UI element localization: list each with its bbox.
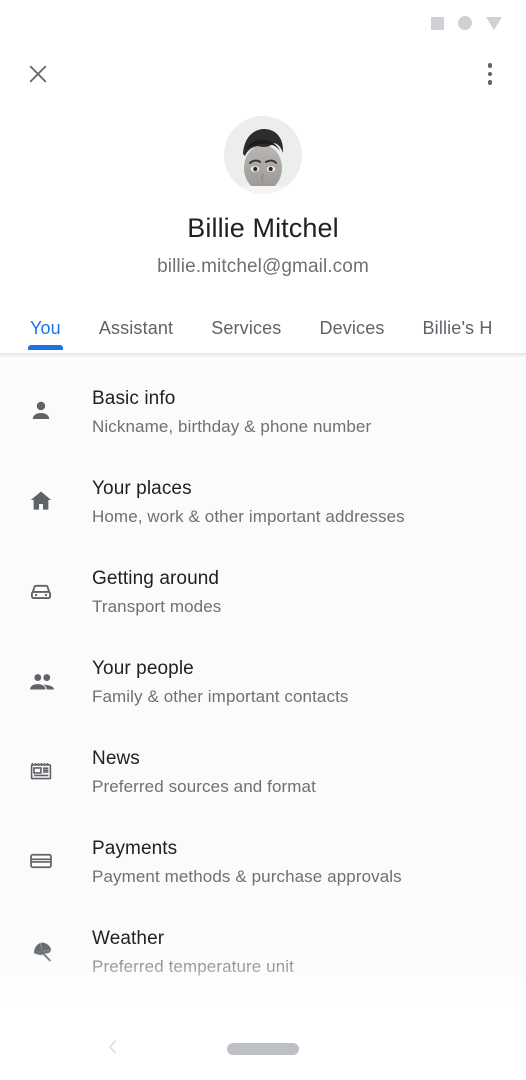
tab-you[interactable]: You <box>28 318 63 353</box>
list-item-text: Basic info Nickname, birthday & phone nu… <box>72 380 371 439</box>
credit-card-icon <box>28 830 72 874</box>
list-item-text: Getting around Transport modes <box>72 560 221 619</box>
close-icon <box>27 63 49 85</box>
list-item-subtitle: Nickname, birthday & phone number <box>92 417 372 436</box>
tab-assistant-label: Assistant <box>98 318 174 338</box>
square-indicator-icon <box>431 16 444 30</box>
system-navigation-bar <box>0 1018 526 1080</box>
more-vert-icon <box>487 63 493 85</box>
tab-services[interactable]: Services <box>211 318 281 353</box>
profile-name: Billie Mitchel <box>187 213 339 243</box>
list-item-subtitle: Family & other important contacts <box>92 687 349 706</box>
tab-assistant[interactable]: Assistant <box>99 318 173 353</box>
profile-email: billie.mitchel@gmail.com <box>157 256 369 277</box>
list-item-your-places[interactable]: Your places Home, work & other important… <box>0 457 526 547</box>
settings-list: Basic info Nickname, birthday & phone nu… <box>0 359 526 1018</box>
profile-header: Billie Mitchel billie.mitchel@gmail.com <box>0 102 526 279</box>
list-item-title: Payments <box>92 838 178 859</box>
list-item-getting-around[interactable]: Getting around Transport modes <box>0 547 526 637</box>
tab-devices[interactable]: Devices <box>319 318 384 353</box>
car-icon <box>28 560 72 604</box>
tab-billies-home[interactable]: Billie's H <box>423 318 493 353</box>
app-bar <box>0 46 526 102</box>
status-bar <box>0 0 526 46</box>
people-icon <box>28 650 72 696</box>
list-item-your-people[interactable]: Your people Family & other important con… <box>0 637 526 727</box>
list-item-basic-info[interactable]: Basic info Nickname, birthday & phone nu… <box>0 367 526 457</box>
tab-list[interactable]: You Assistant Services Devices Billie's … <box>0 305 526 353</box>
list-item-title: Weather <box>92 928 165 949</box>
list-item-text: Payments Payment methods & purchase appr… <box>72 830 402 889</box>
tab-you-label: You <box>30 318 61 338</box>
triangle-indicator-icon <box>486 16 502 30</box>
list-item-payments[interactable]: Payments Payment methods & purchase appr… <box>0 817 526 907</box>
list-item-subtitle: Preferred sources and format <box>92 777 316 796</box>
list-item-subtitle: Payment methods & purchase approvals <box>92 867 402 886</box>
list-item-text: News Preferred sources and format <box>72 740 316 799</box>
overflow-menu-button[interactable] <box>472 56 508 92</box>
newspaper-icon <box>28 740 72 784</box>
app-screen: Billie Mitchel billie.mitchel@gmail.com … <box>0 0 526 1080</box>
list-item-title: Getting around <box>92 568 220 589</box>
tab-services-label: Services <box>211 318 282 338</box>
back-chevron-icon <box>104 1038 122 1061</box>
circle-indicator-icon <box>458 16 472 30</box>
avatar[interactable] <box>224 116 302 194</box>
beach-umbrella-icon <box>28 920 72 965</box>
person-icon <box>28 380 72 424</box>
list-item-text: Weather Preferred temperature unit <box>72 920 294 979</box>
home-pill-indicator[interactable] <box>227 1043 299 1055</box>
list-item-title: Basic info <box>92 388 176 409</box>
list-item-text: Your people Family & other important con… <box>72 650 349 709</box>
back-button[interactable] <box>96 1032 130 1066</box>
home-icon <box>28 470 72 514</box>
list-item-title: Your places <box>92 478 192 499</box>
list-item-text: Your places Home, work & other important… <box>72 470 405 529</box>
tab-billies-home-label: Billie's H <box>422 318 493 338</box>
list-item-title: News <box>92 748 140 769</box>
list-item-subtitle: Transport modes <box>92 597 222 616</box>
close-button[interactable] <box>20 56 56 92</box>
list-item-news[interactable]: News Preferred sources and format <box>0 727 526 817</box>
tab-devices-label: Devices <box>319 318 385 338</box>
tab-bar: You Assistant Services Devices Billie's … <box>0 305 526 359</box>
list-item-weather[interactable]: Weather Preferred temperature unit <box>0 907 526 997</box>
list-item-title: Your people <box>92 658 194 679</box>
list-item-subtitle: Home, work & other important addresses <box>92 507 405 526</box>
list-item-subtitle: Preferred temperature unit <box>92 957 294 976</box>
